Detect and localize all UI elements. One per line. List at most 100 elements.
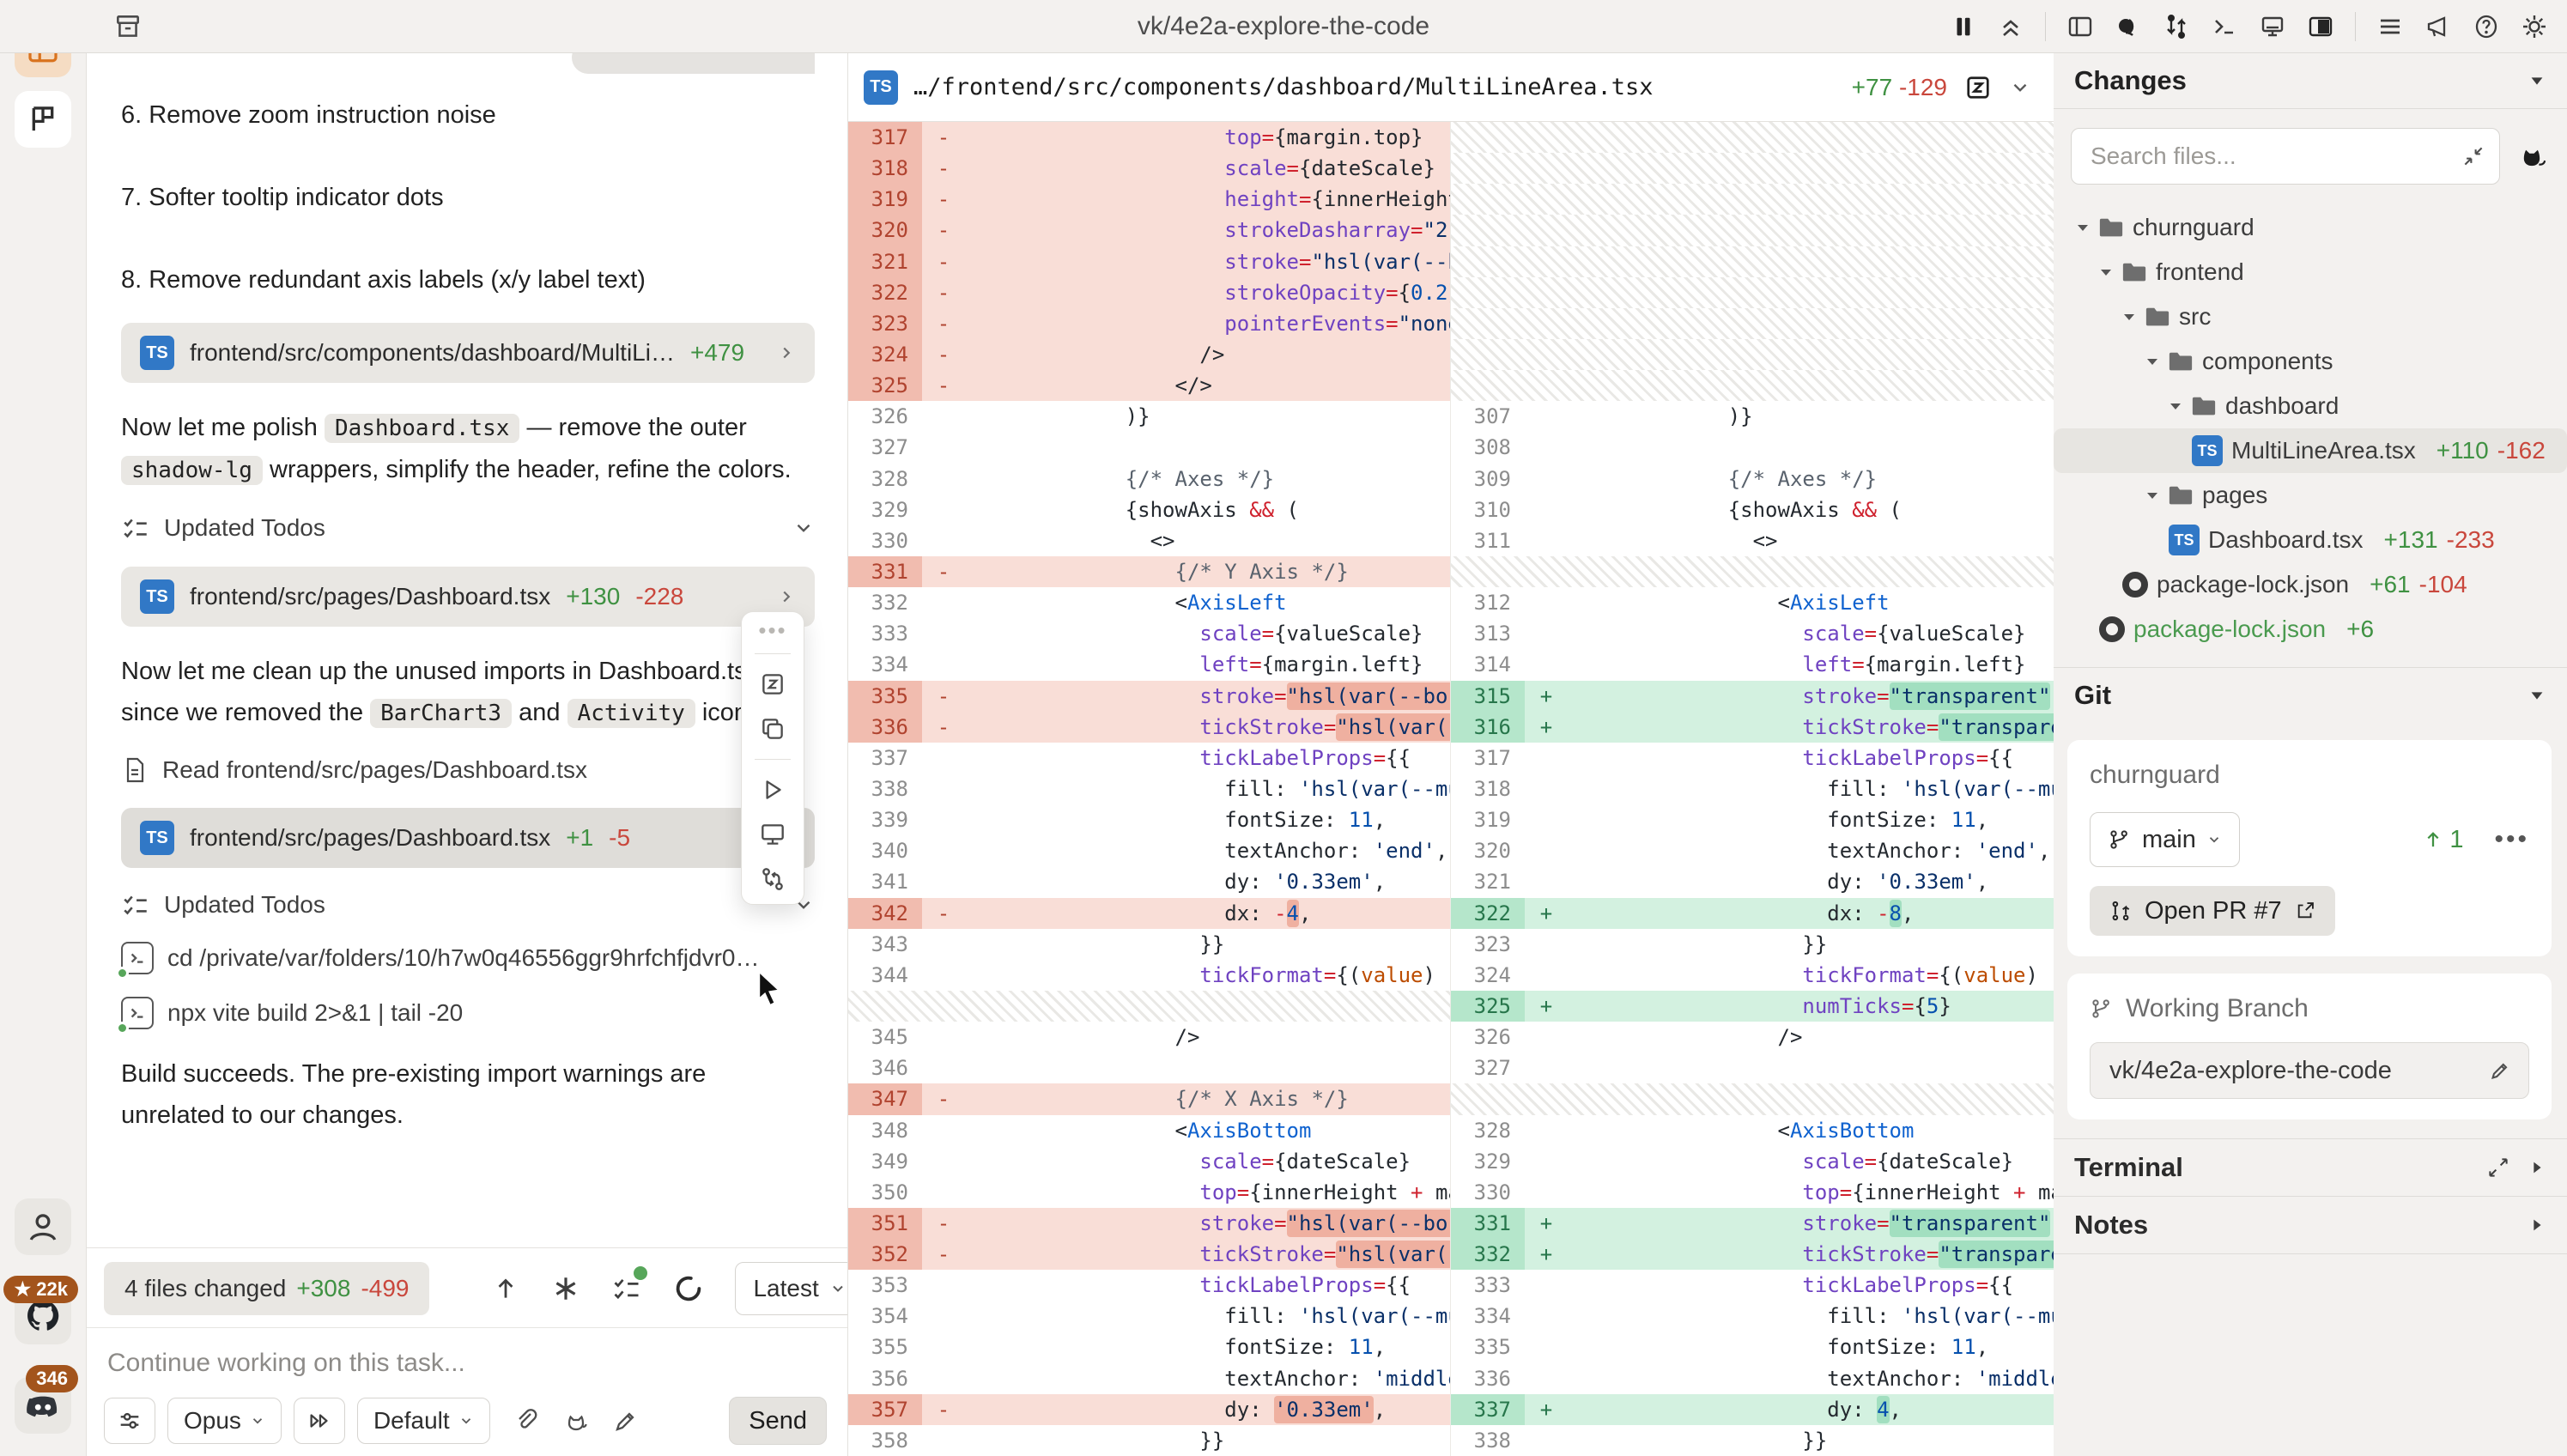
theme-blob-icon[interactable] (2115, 13, 2142, 40)
github-button[interactable]: ★ 22k (15, 1288, 71, 1344)
git-section-header[interactable]: Git (2054, 668, 2567, 723)
terminal-command-row[interactable]: cd /private/var/folders/10/h7w0q46556ggr… (121, 942, 815, 974)
tree-item-src[interactable]: src (2054, 294, 2567, 339)
diff-row: 326 )} (848, 401, 1450, 432)
settings-icon[interactable] (2521, 13, 2548, 40)
notes-section-header[interactable]: Notes (2054, 1197, 2567, 1253)
chat-scroll-area[interactable]: 6. Remove zoom instruction noise7. Softe… (87, 53, 847, 1247)
updated-todos-row[interactable]: Updated Todos (121, 890, 815, 919)
chevron-right-icon (777, 587, 796, 606)
read-file-row[interactable]: Read frontend/src/pages/Dashboard.tsx (121, 756, 815, 784)
megaphone-icon[interactable] (2424, 13, 2452, 40)
diff-row: 325+ numTicks={5} (1451, 991, 2054, 1022)
model-dropdown[interactable]: Opus (167, 1398, 282, 1444)
working-branch-field[interactable]: vk/4e2a-explore-the-code (2090, 1042, 2529, 1099)
git-compare-icon[interactable] (2163, 13, 2190, 40)
mode-dropdown[interactable]: Default (357, 1398, 490, 1444)
diff-row: 354 fill: 'hsl(var(--muted-foreground))' (848, 1301, 1450, 1332)
discord-badge: 346 (26, 1365, 78, 1392)
ahead-count[interactable]: 1 (2422, 826, 2463, 854)
branch-dropdown[interactable]: main (2090, 812, 2240, 867)
tree-item-dashboard-tsx[interactable]: TSDashboard.tsx+131-233 (2054, 518, 2567, 562)
file-search[interactable] (2071, 128, 2500, 185)
menu-icon[interactable] (2376, 13, 2404, 40)
updated-todos-row[interactable]: Updated Todos (121, 513, 815, 543)
attach-icon[interactable] (513, 1407, 540, 1435)
diff-row: 328 {/* Axes */} (848, 464, 1450, 494)
fast-forward-button[interactable] (294, 1398, 345, 1444)
collapse-file-icon[interactable] (2009, 76, 2031, 99)
collapse-tree-icon[interactable] (2461, 144, 2485, 168)
terminal-command-row[interactable]: npx vite build 2>&1 | tail -20 (121, 997, 815, 1029)
diff-pane-old[interactable]: 317- top={margin.top}318- scale={dateSca… (848, 122, 1451, 1456)
diff-row: 351- stroke="hsl(var(--border))" (848, 1208, 1450, 1239)
file-diff-chip[interactable]: TSfrontend/src/components/dashboard/Mult… (121, 323, 815, 383)
tree-item-package-lock-json[interactable]: package-lock.json+6 (2054, 607, 2567, 652)
diff-row: 312 <AxisLeft (1451, 587, 2054, 618)
diff-row: 323- pointerEvents="none" (848, 308, 1450, 339)
run-icon[interactable] (758, 775, 787, 804)
discord-button[interactable]: 346 (15, 1377, 71, 1434)
edit-branch-icon[interactable] (2487, 1058, 2513, 1083)
stacked-diff-icon[interactable] (758, 670, 787, 699)
terminal-icon[interactable] (2211, 13, 2238, 40)
search-input[interactable] (2091, 143, 2461, 170)
chevron-right-icon[interactable] (2528, 1216, 2546, 1235)
monitor-icon[interactable] (2259, 13, 2286, 40)
diff-row: 342- dx: -4, (848, 898, 1450, 929)
todos-status-icon[interactable] (611, 1273, 642, 1304)
diff-row: 353 tickLabelProps={{ (848, 1270, 1450, 1301)
toolbar-divider (2355, 12, 2356, 41)
composer: 4 files changed +308 -499 Latest Continu… (87, 1247, 847, 1456)
diff-row: 343 }} (848, 929, 1450, 960)
cat-icon[interactable] (562, 1407, 590, 1435)
send-button[interactable]: Send (729, 1397, 827, 1445)
panel-right-icon[interactable] (2307, 13, 2334, 40)
diff-pane-new[interactable]: 307 )}308309 {/* Axes */}310 {showAxis &… (1451, 122, 2054, 1456)
scroll-to-top-icon[interactable] (491, 1274, 520, 1303)
tree-item-dashboard[interactable]: dashboard (2054, 384, 2567, 428)
open-pr-button[interactable]: Open PR #7 (2090, 886, 2335, 936)
stacked-diff-icon[interactable] (1963, 72, 1994, 103)
account-button[interactable] (15, 1198, 71, 1255)
tree-item-components[interactable]: components (2054, 339, 2567, 384)
diff-row: 327 (848, 432, 1450, 463)
expand-icon[interactable] (2486, 1156, 2510, 1180)
tree-item-multilinearea-tsx[interactable]: TSMultiLineArea.tsx+110-162 (2054, 428, 2567, 473)
diff-row: 316+ tickStroke="transparent" (1451, 712, 2054, 743)
latest-dropdown[interactable]: Latest (735, 1262, 848, 1315)
diff-row (1451, 339, 2054, 370)
message-input[interactable]: Continue working on this task... (87, 1328, 847, 1378)
chevron-right-icon[interactable] (2528, 1158, 2546, 1177)
message-hover-toolbar: ••• (741, 611, 804, 905)
tree-item-pages[interactable]: pages (2054, 473, 2567, 518)
columns-layout-button[interactable] (15, 91, 71, 148)
github-stars-badge: ★ 22k (3, 1276, 78, 1303)
help-icon[interactable] (2473, 13, 2500, 40)
diff-row: 334 left={margin.left} (848, 649, 1450, 680)
diff-row: 326 /> (1451, 1022, 2054, 1053)
collapse-up-icon[interactable] (1997, 13, 2024, 40)
files-changed-chip[interactable]: 4 files changed +308 -499 (104, 1262, 429, 1315)
copy-icon[interactable] (758, 714, 787, 743)
pen-icon[interactable] (612, 1407, 640, 1435)
diff-row: 355 fontSize: 11, (848, 1332, 1450, 1362)
diff-row: 320- strokeDasharray="2,4" (848, 215, 1450, 246)
monitor-icon[interactable] (758, 820, 787, 849)
changes-section-header[interactable]: Changes (2054, 53, 2567, 108)
cat-icon[interactable] (2514, 138, 2550, 174)
panel-left-icon[interactable] (2066, 13, 2094, 40)
git-compare-icon[interactable] (758, 864, 787, 894)
tree-item-package-lock-json[interactable]: package-lock.json+61-104 (2054, 562, 2567, 607)
pause-icon[interactable] (1951, 14, 1976, 39)
diff-file-header[interactable]: TS …/frontend/src/components/dashboard/M… (848, 53, 2054, 122)
more-options-icon[interactable]: ••• (758, 622, 786, 638)
spark-icon[interactable] (551, 1274, 580, 1303)
file-diff-chip[interactable]: TSfrontend/src/pages/Dashboard.tsx+130-2… (121, 567, 815, 627)
more-options-icon[interactable]: ••• (2494, 825, 2529, 854)
settings-sliders-button[interactable] (104, 1398, 155, 1444)
terminal-section-header[interactable]: Terminal (2054, 1139, 2567, 1196)
tree-item-frontend[interactable]: frontend (2054, 250, 2567, 294)
file-diff-chip[interactable]: TSfrontend/src/pages/Dashboard.tsx+1-5 (121, 808, 815, 868)
tree-item-churnguard[interactable]: churnguard (2054, 205, 2567, 250)
